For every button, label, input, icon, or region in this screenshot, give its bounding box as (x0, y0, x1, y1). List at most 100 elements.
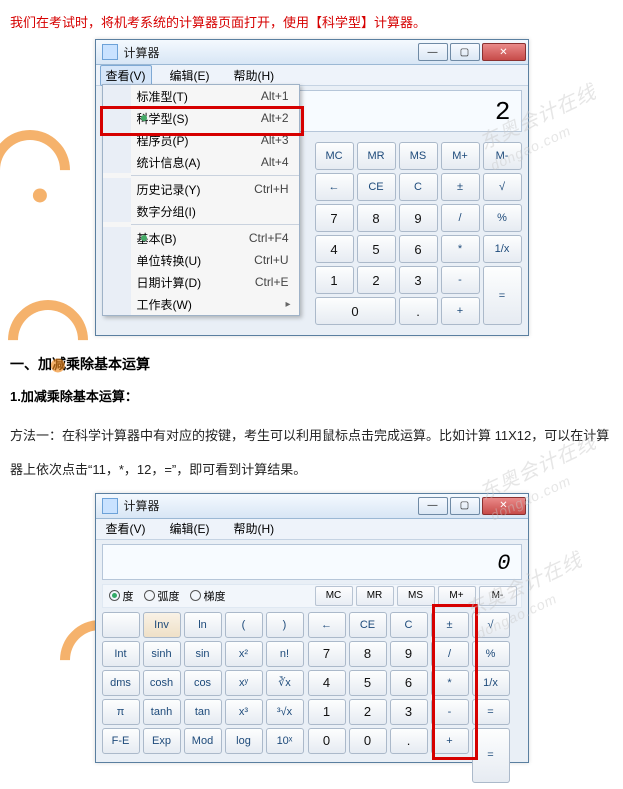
key-=[interactable]: = (483, 266, 522, 325)
dropdown-item[interactable]: 程序员(P)Alt+3 (103, 129, 299, 151)
key-3[interactable]: 3 (399, 266, 438, 294)
key-*[interactable]: * (431, 670, 469, 696)
key-*[interactable]: * (441, 235, 480, 263)
key-ln[interactable]: ln (184, 612, 222, 638)
key-.[interactable]: . (390, 728, 428, 754)
key-±[interactable]: ± (431, 612, 469, 638)
key-←[interactable]: ← (308, 612, 346, 638)
key-=[interactable]: = (472, 699, 510, 725)
dropdown-item[interactable]: 标准型(T)Alt+1 (103, 85, 299, 107)
key-log[interactable]: log (225, 728, 263, 754)
key-1[interactable]: 1 (315, 266, 354, 294)
key-∛x[interactable]: ∛x (266, 670, 304, 696)
key-Exp[interactable]: Exp (143, 728, 181, 754)
key-cosh[interactable]: cosh (143, 670, 181, 696)
mem-M+[interactable]: M+ (438, 586, 476, 606)
key-M-[interactable]: M- (483, 142, 522, 170)
key-8[interactable]: 8 (349, 641, 387, 667)
key-2[interactable]: 2 (349, 699, 387, 725)
key-+[interactable]: + (431, 728, 469, 754)
minimize-button[interactable]: — (418, 497, 448, 515)
key-7[interactable]: 7 (308, 641, 346, 667)
mem-MS[interactable]: MS (397, 586, 435, 606)
key--[interactable]: - (431, 699, 469, 725)
key-4[interactable]: 4 (308, 670, 346, 696)
key-F-E[interactable]: F-E (102, 728, 140, 754)
key-x³[interactable]: x³ (225, 699, 263, 725)
maximize-button[interactable]: ▢ (450, 497, 480, 515)
key-.[interactable]: . (399, 297, 438, 325)
key-C[interactable]: C (390, 612, 428, 638)
key-π[interactable]: π (102, 699, 140, 725)
key-C[interactable]: C (399, 173, 438, 201)
mem-M-[interactable]: M- (479, 586, 517, 606)
dropdown-item[interactable]: 历史记录(Y)Ctrl+H (103, 178, 299, 200)
key-dms[interactable]: dms (102, 670, 140, 696)
key-M+[interactable]: M+ (441, 142, 480, 170)
key-%[interactable]: % (472, 641, 510, 667)
key-7[interactable]: 7 (315, 204, 354, 232)
key-5[interactable]: 5 (357, 235, 396, 263)
key-blank[interactable] (102, 612, 140, 638)
key-)[interactable]: ) (266, 612, 304, 638)
key-6[interactable]: 6 (390, 670, 428, 696)
dropdown-item[interactable]: 日期计算(D)Ctrl+E (103, 271, 299, 293)
menu-help[interactable]: 帮助(H) (228, 518, 281, 539)
key-MC[interactable]: MC (315, 142, 354, 170)
key-cos[interactable]: cos (184, 670, 222, 696)
key-MS[interactable]: MS (399, 142, 438, 170)
menu-help[interactable]: 帮助(H) (228, 65, 281, 86)
key-xʸ[interactable]: xʸ (225, 670, 263, 696)
dropdown-item[interactable]: 数字分组(I) (103, 200, 299, 222)
key-←[interactable]: ← (315, 173, 354, 201)
key-([interactable]: ( (225, 612, 263, 638)
key-√[interactable]: √ (472, 612, 510, 638)
key-=[interactable]: = (472, 728, 510, 783)
key-0[interactable]: 0 (315, 297, 396, 325)
key-x²[interactable]: x² (225, 641, 263, 667)
key-5[interactable]: 5 (349, 670, 387, 696)
key-1/x[interactable]: 1/x (472, 670, 510, 696)
key-/[interactable]: / (431, 641, 469, 667)
key-√[interactable]: √ (483, 173, 522, 201)
radio-grads[interactable]: 梯度 (190, 588, 226, 604)
key-³√x[interactable]: ³√x (266, 699, 304, 725)
key-sin[interactable]: sin (184, 641, 222, 667)
key-4[interactable]: 4 (315, 235, 354, 263)
key-+[interactable]: + (441, 297, 480, 325)
key-CE[interactable]: CE (349, 612, 387, 638)
key-MR[interactable]: MR (357, 142, 396, 170)
key-Int[interactable]: Int (102, 641, 140, 667)
key-±[interactable]: ± (441, 173, 480, 201)
mem-MC[interactable]: MC (315, 586, 353, 606)
key-Mod[interactable]: Mod (184, 728, 222, 754)
close-button[interactable]: ✕ (482, 43, 526, 61)
menu-edit[interactable]: 编辑(E) (164, 518, 216, 539)
key-9[interactable]: 9 (390, 641, 428, 667)
key-tanh[interactable]: tanh (143, 699, 181, 725)
key-tan[interactable]: tan (184, 699, 222, 725)
key-%[interactable]: % (483, 204, 522, 232)
key-1[interactable]: 1 (308, 699, 346, 725)
key--[interactable]: - (441, 266, 480, 294)
key-10ˣ[interactable]: 10ˣ (266, 728, 304, 754)
key-2[interactable]: 2 (357, 266, 396, 294)
key-/[interactable]: / (441, 204, 480, 232)
dropdown-item[interactable]: 统计信息(A)Alt+4 (103, 151, 299, 173)
key-Inv[interactable]: Inv (143, 612, 181, 638)
key-6[interactable]: 6 (399, 235, 438, 263)
key-n![interactable]: n! (266, 641, 304, 667)
mem-MR[interactable]: MR (356, 586, 394, 606)
menu-view[interactable]: 查看(V) (100, 65, 152, 86)
key-CE[interactable]: CE (357, 173, 396, 201)
menu-edit[interactable]: 编辑(E) (164, 65, 216, 86)
radio-degrees[interactable]: 度 (109, 588, 134, 604)
key-3[interactable]: 3 (390, 699, 428, 725)
dropdown-item[interactable]: 科学型(S)Alt+2 (103, 107, 299, 129)
key-0[interactable]: 0 (349, 728, 387, 754)
dropdown-item[interactable]: 基本(B)Ctrl+F4 (103, 227, 299, 249)
maximize-button[interactable]: ▢ (450, 43, 480, 61)
close-button[interactable]: ✕ (482, 497, 526, 515)
key-sinh[interactable]: sinh (143, 641, 181, 667)
radio-radians[interactable]: 弧度 (144, 588, 180, 604)
